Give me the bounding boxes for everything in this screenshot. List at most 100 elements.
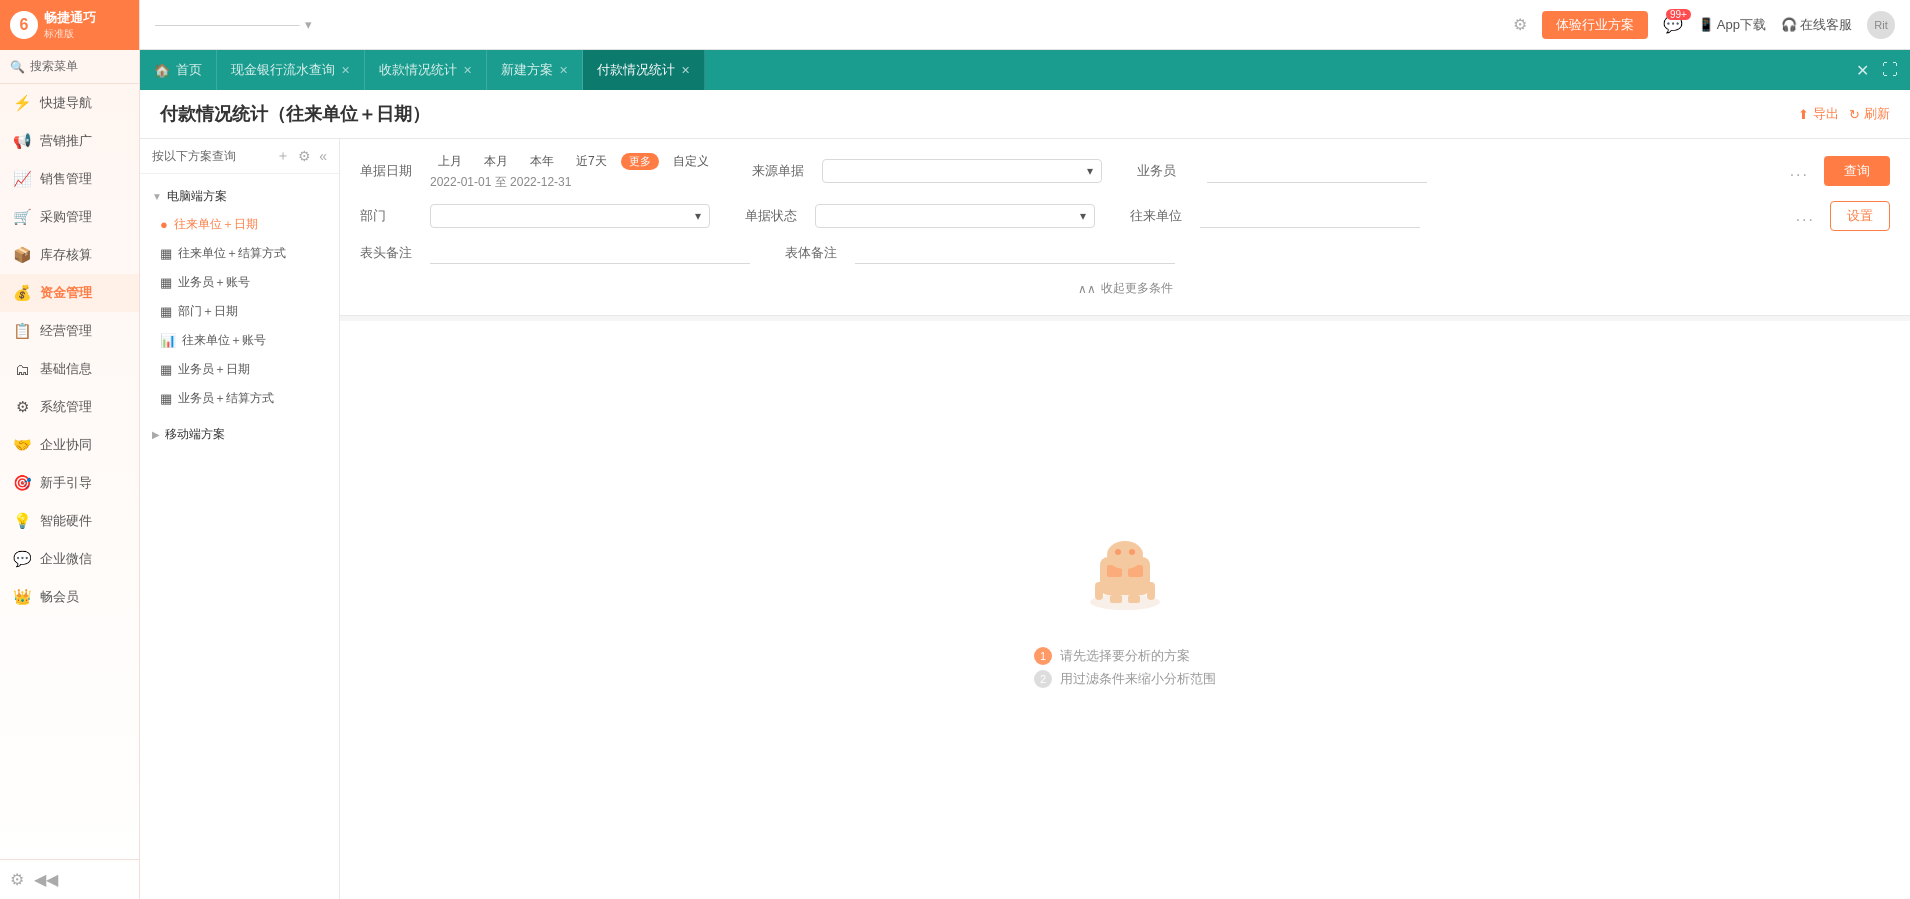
doc-status-arrow: ▾	[1080, 209, 1086, 223]
date-opt-more[interactable]: 更多	[621, 153, 659, 170]
date-opt-last-month[interactable]: 上月	[430, 151, 470, 172]
search-menu[interactable]: 🔍 搜索菜单	[0, 50, 139, 84]
sidebar-item-guide[interactable]: 🎯 新手引导	[0, 464, 139, 502]
empty-illustration	[1075, 527, 1175, 627]
settings-button[interactable]: 设置	[1830, 201, 1890, 231]
scheme-item-label: 业务员＋日期	[178, 361, 250, 378]
scheme-item-staff-date[interactable]: ▦ 业务员＋日期	[140, 355, 339, 384]
page-header-actions: ⬆ 导出 ↻ 刷新	[1798, 105, 1890, 123]
scheme-item-label: 部门＋日期	[178, 303, 238, 320]
tab-receipt-stats[interactable]: 收款情况统计 ✕	[365, 50, 487, 90]
quick-nav-icon: ⚡	[12, 94, 32, 112]
collapse-sidebar-icon[interactable]: ◀◀	[34, 870, 58, 889]
tab-payment-stats[interactable]: 付款情况统计 ✕	[583, 50, 705, 90]
message-button[interactable]: 💬 99+	[1663, 15, 1683, 34]
date-opt-custom[interactable]: 自定义	[665, 151, 717, 172]
main-area: ───────────────── ▾ ⚙ 体验行业方案 💬 99+ 📱 App…	[140, 0, 1910, 899]
mobile-group-label: 移动端方案	[165, 426, 225, 443]
scheme-item-unit-settle[interactable]: ▦ 往来单位＋结算方式	[140, 239, 339, 268]
scheme-item-unit-account[interactable]: 📊 往来单位＋账号	[140, 326, 339, 355]
right-panel: 单据日期 上月 本月 本年 近7天 更多 自定义 2022-01-01 至 20…	[340, 139, 1910, 899]
breadcrumb: ───────────────── ▾	[155, 17, 1503, 32]
sidebar-item-smart-hw[interactable]: 💡 智能硬件	[0, 502, 139, 540]
sidebar-item-purchase[interactable]: 🛒 采购管理	[0, 198, 139, 236]
refresh-label: 刷新	[1864, 105, 1890, 123]
related-unit-input[interactable]	[1200, 205, 1420, 228]
collapse-panel-icon[interactable]: «	[319, 148, 327, 164]
sidebar-item-weixin[interactable]: 💬 企业微信	[0, 540, 139, 578]
tab-receipt-stats-close[interactable]: ✕	[463, 64, 472, 77]
header-note-input[interactable]	[430, 241, 750, 264]
filter-row-2: 部门 ▾ 单据状态 ▾ 往来单位 ...	[360, 201, 1890, 231]
tab-close-all-icon[interactable]: ✕	[1852, 57, 1873, 84]
sidebar-item-label: 快捷导航	[40, 94, 92, 112]
sidebar-item-label: 营销推广	[40, 132, 92, 150]
sidebar-item-member[interactable]: 👑 畅会员	[0, 578, 139, 616]
query-button[interactable]: 查询	[1824, 156, 1890, 186]
body-note-label: 表体备注	[785, 244, 840, 262]
source-select[interactable]: ▾	[822, 159, 1102, 183]
date-opt-this-month[interactable]: 本月	[476, 151, 516, 172]
tab-bank-flow[interactable]: 现金银行流水查询 ✕	[217, 50, 365, 90]
topbar: ───────────────── ▾ ⚙ 体验行业方案 💬 99+ 📱 App…	[140, 0, 1910, 50]
system-icon: ⚙	[12, 398, 32, 416]
scheme-item-staff-account[interactable]: ▦ 业务员＋账号	[140, 268, 339, 297]
tab-fullscreen-icon[interactable]: ⛶	[1878, 57, 1902, 83]
scheme-item-staff-settle[interactable]: ▦ 业务员＋结算方式	[140, 384, 339, 413]
expand-arrow-icon: ▼	[152, 191, 162, 202]
sidebar-item-enterprise[interactable]: 🤝 企业协同	[0, 426, 139, 464]
settings-topbar-icon[interactable]: ⚙	[1513, 15, 1527, 34]
user-avatar[interactable]: Rit	[1867, 11, 1895, 39]
avatar-text: Rit	[1874, 19, 1887, 31]
date-opt-this-year[interactable]: 本年	[522, 151, 562, 172]
sidebar-item-marketing[interactable]: 📢 营销推广	[0, 122, 139, 160]
online-service-button[interactable]: 🎧 在线客服	[1781, 16, 1852, 34]
sidebar-item-operation[interactable]: 📋 经营管理	[0, 312, 139, 350]
scheme-item-dept-date[interactable]: ▦ 部门＋日期	[140, 297, 339, 326]
staff-input[interactable]	[1207, 160, 1427, 183]
scheme-group-pc-title[interactable]: ▼ 电脑端方案	[140, 183, 339, 210]
scheme-icon: ▦	[160, 391, 172, 406]
svg-rect-4	[1095, 582, 1103, 600]
message-badge: 99+	[1666, 9, 1691, 20]
sidebar-item-inventory[interactable]: 📦 库存核算	[0, 236, 139, 274]
doc-status-label: 单据状态	[745, 207, 800, 225]
settings-bottom-icon[interactable]: ⚙	[10, 870, 24, 889]
tab-payment-stats-close[interactable]: ✕	[681, 64, 690, 77]
sidebar-item-capital[interactable]: 💰 资金管理	[0, 274, 139, 312]
trial-button[interactable]: 体验行业方案	[1542, 11, 1648, 39]
svg-rect-7	[1128, 595, 1140, 603]
staff-more-icon[interactable]: ...	[1790, 162, 1809, 180]
date-opt-last7[interactable]: 近7天	[568, 151, 615, 172]
tab-new-plan[interactable]: 新建方案 ✕	[487, 50, 583, 90]
tab-bank-flow-close[interactable]: ✕	[341, 64, 350, 77]
basic-info-icon: 🗂	[12, 361, 32, 378]
add-scheme-icon[interactable]: ＋	[276, 147, 290, 165]
left-panel-title: 按以下方案查询	[152, 148, 236, 165]
dept-select[interactable]: ▾	[430, 204, 710, 228]
scheme-settings-icon[interactable]: ⚙	[298, 148, 311, 164]
doc-status-select[interactable]: ▾	[815, 204, 1095, 228]
related-unit-more-icon[interactable]: ...	[1796, 207, 1815, 225]
sidebar-item-label: 基础信息	[40, 360, 92, 378]
body-note-input[interactable]	[855, 241, 1175, 264]
scheme-group-mobile: ▶ 移动端方案	[140, 417, 339, 452]
sidebar-item-label: 库存核算	[40, 246, 92, 264]
tab-home[interactable]: 🏠 首页	[140, 50, 217, 90]
sidebar-item-basic-info[interactable]: 🗂 基础信息	[0, 350, 139, 388]
scheme-group-mobile-title[interactable]: ▶ 移动端方案	[140, 421, 339, 448]
sidebar-item-quick-nav[interactable]: ⚡ 快捷导航	[0, 84, 139, 122]
sidebar: 6 畅捷通巧 标准版 🔍 搜索菜单 ⚡ 快捷导航 📢 营销推广 📈 销售管理 🛒…	[0, 0, 140, 899]
app-download-button[interactable]: 📱 App下载	[1698, 16, 1766, 34]
refresh-button[interactable]: ↻ 刷新	[1849, 105, 1890, 123]
related-unit-group: ...	[1200, 205, 1815, 228]
sidebar-item-label: 经营管理	[40, 322, 92, 340]
scheme-item-unit-date[interactable]: ● 往来单位＋日期	[140, 210, 339, 239]
sidebar-item-sales[interactable]: 📈 销售管理	[0, 160, 139, 198]
sidebar-item-system[interactable]: ⚙ 系统管理	[0, 388, 139, 426]
collapse-filter-button[interactable]: ∧∧ 收起更多条件	[360, 274, 1890, 303]
export-button[interactable]: ⬆ 导出	[1798, 105, 1839, 123]
tab-new-plan-close[interactable]: ✕	[559, 64, 568, 77]
tab-new-plan-label: 新建方案	[501, 61, 553, 79]
dropdown-arrow[interactable]: ▾	[305, 17, 312, 32]
